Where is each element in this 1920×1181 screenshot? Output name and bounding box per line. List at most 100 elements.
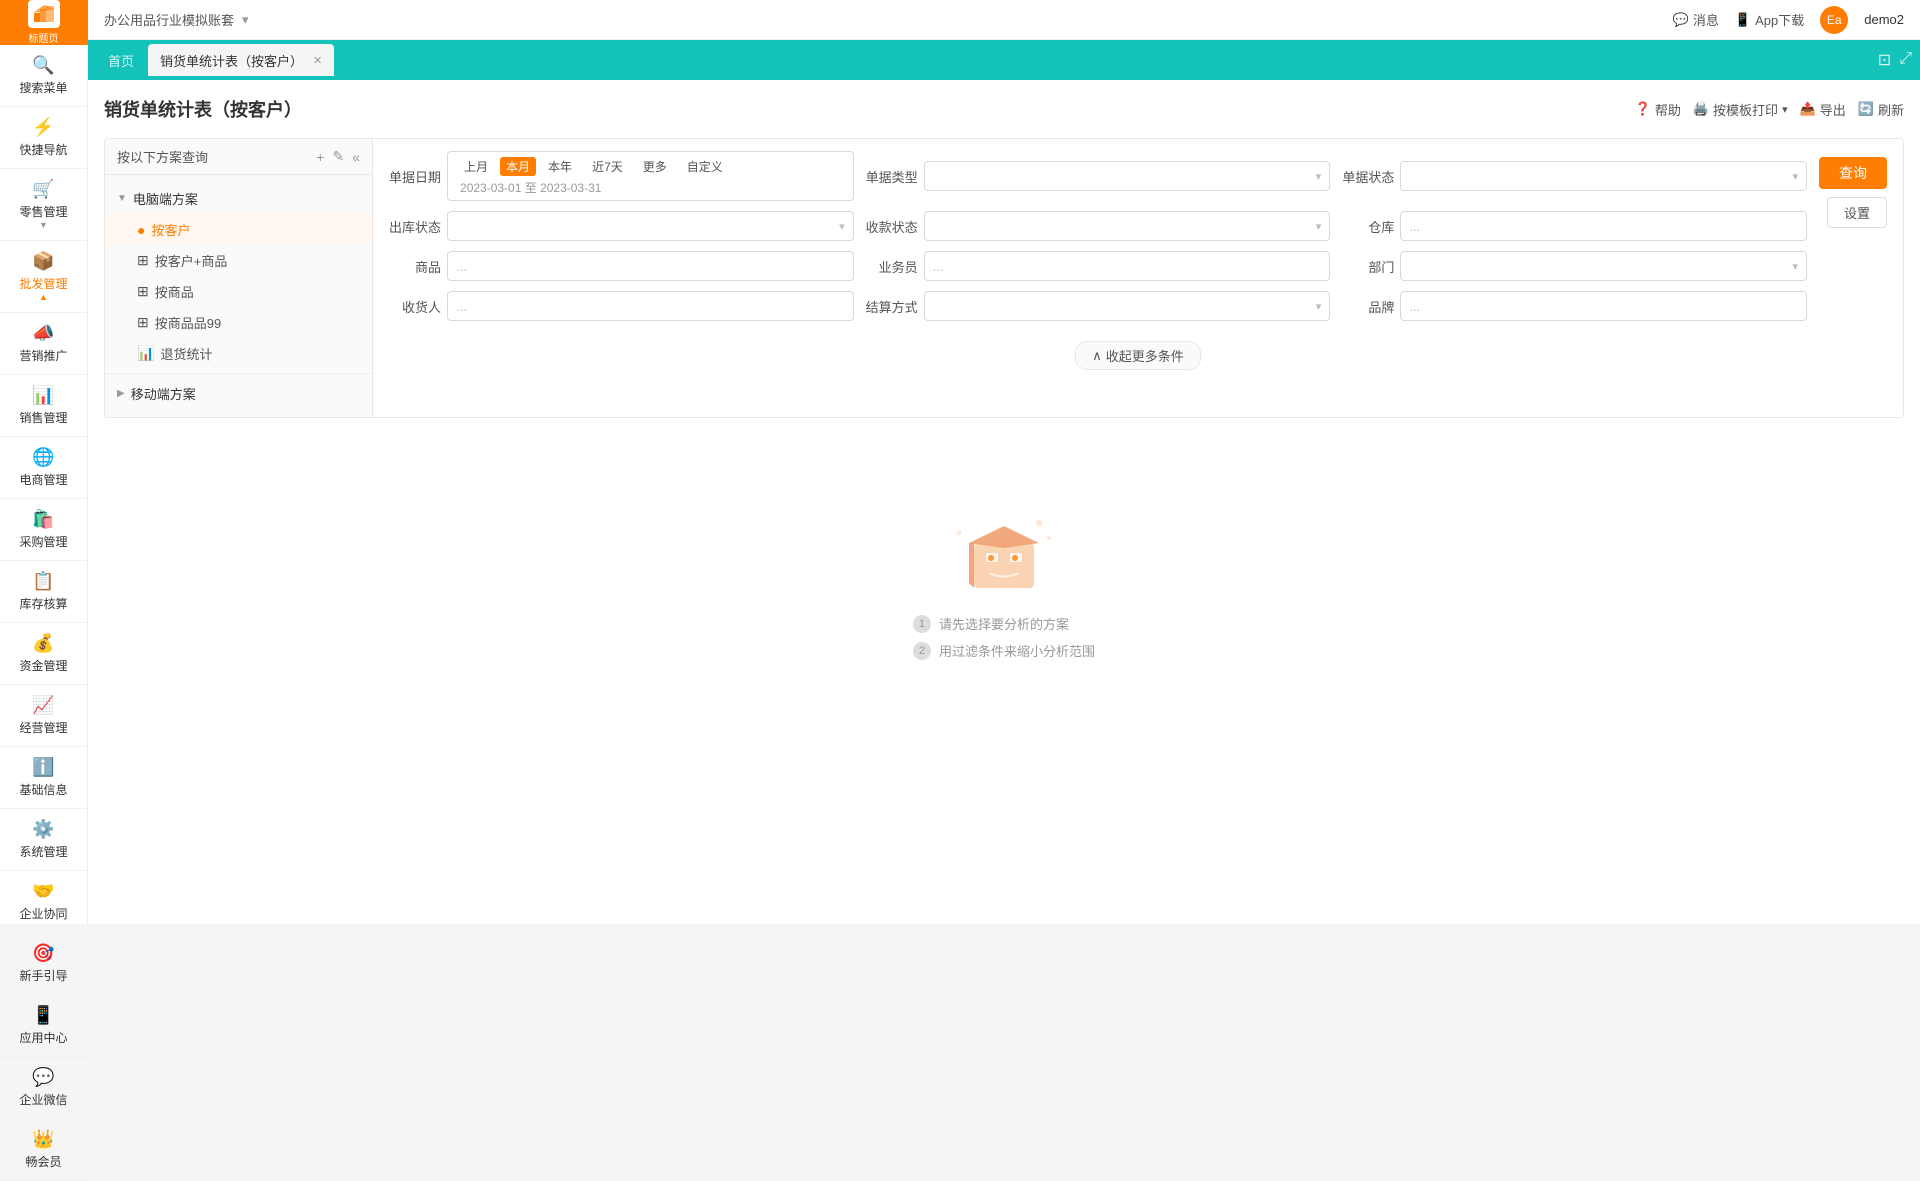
chevron-up-icon: ▲: [39, 292, 48, 302]
tab-close-icon[interactable]: ✕: [313, 54, 322, 67]
department-input[interactable]: ▾: [1400, 251, 1807, 281]
newbie-icon: 🎯: [32, 943, 54, 964]
scheme-panel-title: 按以下方案查询: [117, 147, 308, 166]
pc-group-header[interactable]: ▼ 电脑端方案: [105, 183, 372, 214]
product-scheme-icon: ⊞: [137, 283, 149, 300]
sidebar-item-label: 采购管理: [19, 533, 67, 550]
edit-scheme-button[interactable]: ✎: [332, 148, 344, 165]
sidebar-item-search-menu[interactable]: 🔍 搜索菜单: [0, 45, 88, 107]
scheme-panel-header: 按以下方案查询 + ✎ «: [105, 139, 372, 175]
sidebar-item-label: 企业协同: [19, 905, 67, 922]
date-input[interactable]: 上月 本月 本年 近7天 更多 自定义 2023-03-01 至 2023-03…: [447, 151, 854, 201]
sidebar-item-app-center[interactable]: 📱 应用中心: [0, 995, 88, 1057]
sales-icon: 📊: [32, 385, 54, 406]
tree-item-label: 退货统计: [160, 344, 212, 363]
quick-nav-icon: ⚡: [32, 117, 54, 138]
settlement-input[interactable]: ▾: [924, 291, 1331, 321]
brand-input[interactable]: ...: [1400, 291, 1807, 321]
settlement-label: 结算方式: [866, 297, 918, 316]
sidebar-item-membership[interactable]: 👑 畅会员: [0, 1119, 88, 1181]
date-tab-custom[interactable]: 自定义: [679, 156, 731, 177]
sidebar-item-ecommerce[interactable]: 🌐 电商管理: [0, 437, 88, 499]
receipt-status-input[interactable]: ▾: [924, 211, 1331, 241]
product-label: 商品: [389, 257, 441, 276]
refresh-button[interactable]: 🔄 刷新: [1858, 100, 1904, 119]
sidebar-item-marketing[interactable]: 📣 营销推广: [0, 313, 88, 375]
salesperson-label: 业务员: [866, 257, 918, 276]
type-input[interactable]: ▾: [924, 161, 1331, 191]
breadcrumb-dropdown-icon[interactable]: ▾: [242, 12, 249, 28]
sidebar-item-finance[interactable]: 💰 资金管理: [0, 623, 88, 685]
restore-icon[interactable]: ⊡: [1878, 50, 1891, 70]
avatar[interactable]: Ea: [1820, 6, 1848, 34]
tree-item-label: 按商品: [155, 282, 194, 301]
product99-scheme-icon: ⊞: [137, 314, 149, 331]
settings-button[interactable]: 设置: [1827, 197, 1887, 228]
query-button[interactable]: 查询: [1819, 157, 1887, 189]
tree-item-by-customer-product[interactable]: ⊞ 按客户+商品: [105, 245, 372, 276]
tab-sales-stat[interactable]: 销货单统计表（按客户） ✕: [148, 44, 334, 76]
help-button[interactable]: ❓ 帮助: [1635, 100, 1681, 119]
sidebar-item-basic-info[interactable]: ℹ️ 基础信息: [0, 747, 88, 809]
receiver-input[interactable]: ...: [447, 291, 854, 321]
sidebar-item-sales[interactable]: 📊 销售管理: [0, 375, 88, 437]
sidebar-item-retail[interactable]: 🛒 零售管理 ▼: [0, 169, 88, 241]
date-tab-this-month[interactable]: 本月: [500, 157, 536, 176]
collapse-more-btn[interactable]: ∧ 收起更多条件: [1075, 341, 1201, 370]
tree-item-by-customer[interactable]: ● 按客户: [105, 214, 372, 245]
wechat-icon: 💬: [32, 1067, 54, 1088]
sidebar-item-system[interactable]: ⚙️ 系统管理: [0, 809, 88, 871]
filter-section: 按以下方案查询 + ✎ « ▼ 电脑端方案 ● 按客户: [104, 138, 1904, 418]
expand-icon[interactable]: ⤢: [1899, 50, 1912, 70]
customer-scheme-icon: ●: [137, 222, 145, 238]
status-input[interactable]: ▾: [1400, 161, 1807, 191]
sidebar-item-quick-nav[interactable]: ⚡ 快捷导航: [0, 107, 88, 169]
tab-sales-stat-label: 销货单统计表（按客户）: [160, 51, 303, 70]
add-scheme-button[interactable]: +: [316, 149, 324, 165]
app-center-icon: 📱: [32, 1005, 54, 1026]
date-tab-this-year[interactable]: 本年: [540, 156, 580, 177]
sidebar-item-label: 经营管理: [19, 719, 67, 736]
empty-state-illustration: [944, 498, 1064, 598]
page-title: 销货单统计表（按客户）: [104, 96, 302, 122]
scheme-panel: 按以下方案查询 + ✎ « ▼ 电脑端方案 ● 按客户: [105, 139, 373, 417]
product-input[interactable]: ...: [447, 251, 854, 281]
tree-item-by-product-99[interactable]: ⊞ 按商品品99: [105, 307, 372, 338]
sidebar-item-label: 批发管理: [19, 275, 67, 292]
date-tab-last-month[interactable]: 上月: [456, 156, 496, 177]
sidebar-item-newbie[interactable]: 🎯 新手引导: [0, 933, 88, 995]
page-title-row: 销货单统计表（按客户） ❓ 帮助 🖨️ 按模板打印 ▾ 📤 导出: [104, 96, 1904, 122]
date-tab-more[interactable]: 更多: [635, 156, 675, 177]
date-tab-last-7[interactable]: 近7天: [584, 156, 631, 177]
page-actions: ❓ 帮助 🖨️ 按模板打印 ▾ 📤 导出 🔄 刷新: [1635, 100, 1904, 119]
warehouse-input[interactable]: ...: [1400, 211, 1807, 241]
out-status-input[interactable]: ▾: [447, 211, 854, 241]
template-print-button[interactable]: 🖨️ 按模板打印 ▾: [1693, 100, 1788, 119]
retail-icon: 🛒: [32, 179, 54, 200]
sidebar-item-wholesale[interactable]: 📦 批发管理 ▲: [0, 241, 88, 313]
help-label: 帮助: [1655, 100, 1681, 119]
tree-divider: [105, 373, 372, 374]
app-download-button[interactable]: 📱 App下载: [1735, 10, 1804, 29]
sidebar-item-purchase[interactable]: 🛍️ 采购管理: [0, 499, 88, 561]
membership-icon: 👑: [32, 1129, 54, 1150]
sidebar-item-wechat[interactable]: 💬 企业微信: [0, 1057, 88, 1119]
collapse-panel-button[interactable]: «: [352, 149, 360, 165]
export-button[interactable]: 📤 导出: [1800, 100, 1846, 119]
customer-product-scheme-icon: ⊞: [137, 252, 149, 269]
message-label: 消息: [1693, 10, 1719, 29]
brand-label: 品牌: [1342, 297, 1394, 316]
sidebar-item-inventory[interactable]: 📋 库存核算: [0, 561, 88, 623]
mobile-group-header[interactable]: ▶ 移动端方案: [105, 378, 372, 409]
tree-item-return-stat[interactable]: 📊 退货统计: [105, 338, 372, 369]
sidebar-item-operations[interactable]: 📈 经营管理: [0, 685, 88, 747]
tab-home-label: 首页: [108, 51, 134, 70]
filter-cell-receipt-status: 收款状态 ▾: [866, 211, 1331, 241]
ecommerce-icon: 🌐: [32, 447, 54, 468]
salesperson-input[interactable]: ...: [924, 251, 1331, 281]
message-button[interactable]: 💬 消息: [1673, 10, 1719, 29]
warehouse-placeholder: ...: [1409, 219, 1420, 234]
tab-home[interactable]: 首页: [96, 44, 146, 76]
app-logo[interactable]: 标题页: [0, 0, 88, 45]
tree-item-by-product[interactable]: ⊞ 按商品: [105, 276, 372, 307]
